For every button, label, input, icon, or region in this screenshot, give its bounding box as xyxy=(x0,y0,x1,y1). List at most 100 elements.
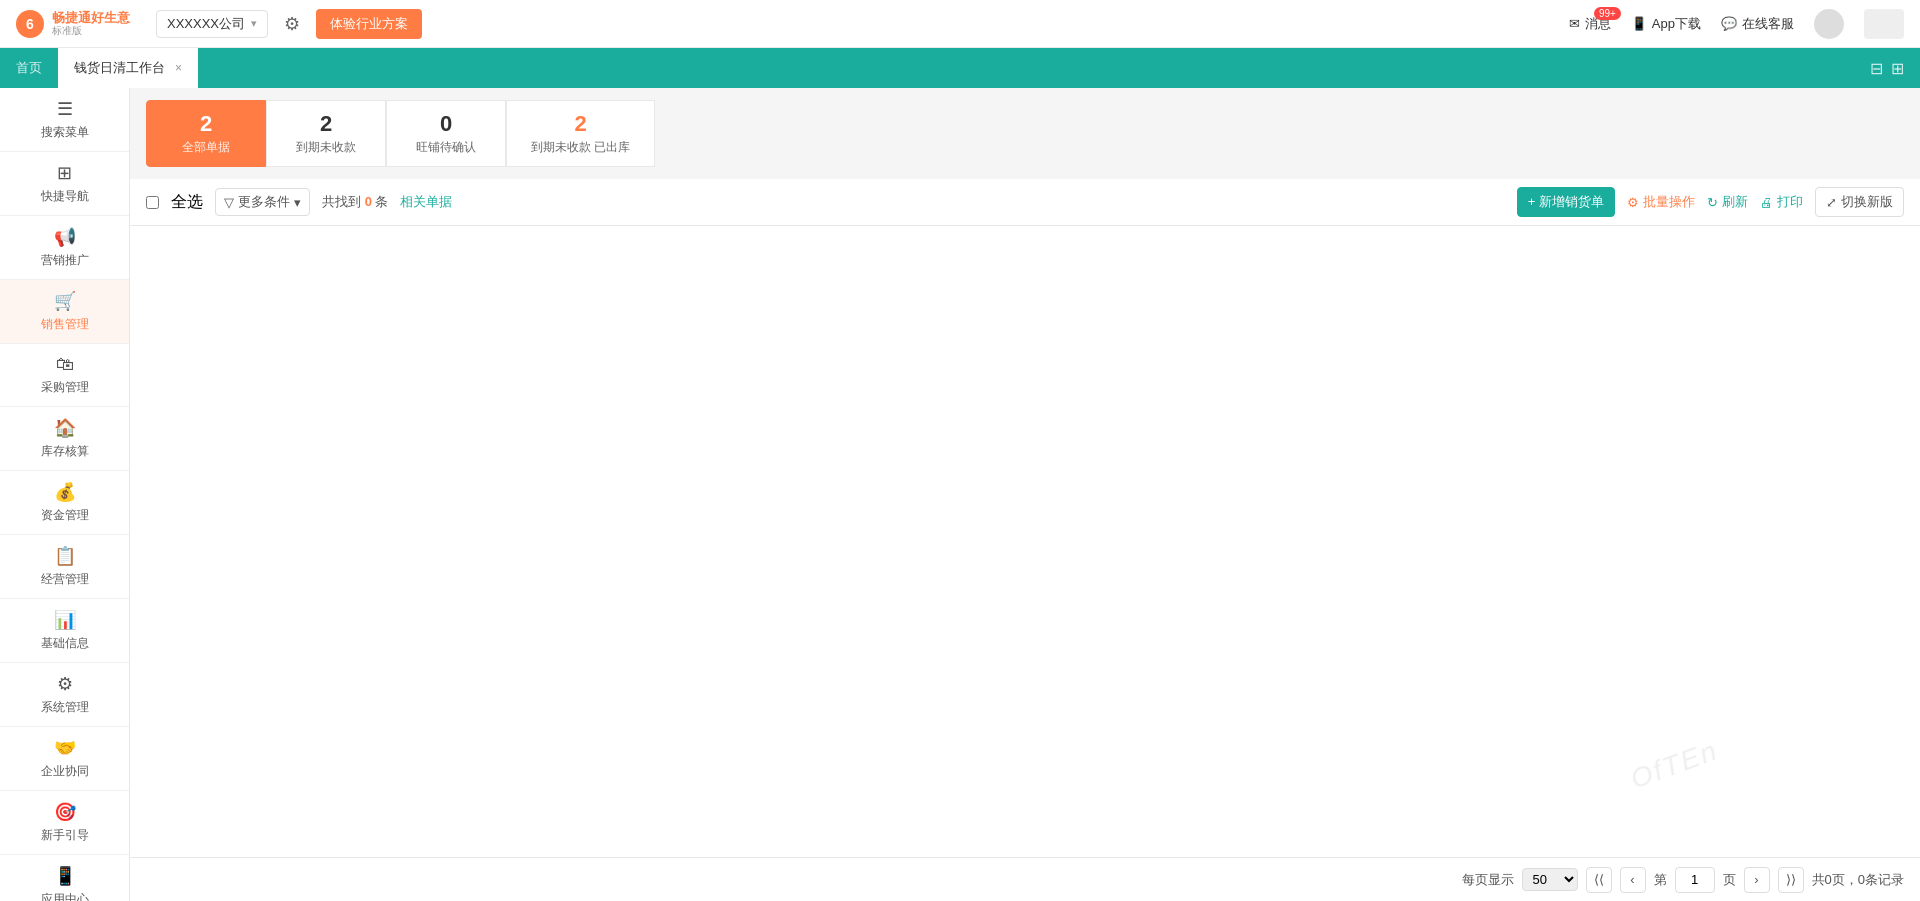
page-input[interactable] xyxy=(1675,867,1715,893)
refresh-button[interactable]: ↻ 刷新 xyxy=(1707,193,1748,211)
cooperation-icon: 🤝 xyxy=(54,737,76,759)
sidebar-item-label: 新手引导 xyxy=(41,827,89,844)
marketing-icon: 📢 xyxy=(54,226,76,248)
sidebar-item-label: 基础信息 xyxy=(41,635,89,652)
appcenter-icon: 📱 xyxy=(54,865,76,887)
prev-page-button[interactable]: ‹ xyxy=(1620,867,1646,893)
sidebar-item-label: 应用中心 xyxy=(41,891,89,901)
batch-icon: ⚙ xyxy=(1627,195,1639,210)
sidebar-item-cooperation[interactable]: 🤝 企业协同 xyxy=(0,727,129,791)
batch-operation-button[interactable]: ⚙ 批量操作 xyxy=(1627,193,1695,211)
per-page-select[interactable]: 50 100 200 xyxy=(1522,868,1578,891)
toolbar-left: 全选 ▽ 更多条件 ▾ 共找到 0 条 相关单据 xyxy=(146,188,1505,216)
company-name: XXXXXX公司 xyxy=(167,15,245,33)
sidebar-item-sales[interactable]: 🛒 销售管理 xyxy=(0,280,129,344)
sidebar-item-system[interactable]: ⚙ 系统管理 xyxy=(0,663,129,727)
tab-workbench[interactable]: 钱货日清工作台 × xyxy=(58,48,198,88)
search-menu-icon: ☰ xyxy=(57,98,73,120)
finance-icon: 💰 xyxy=(54,481,76,503)
first-page-button[interactable]: ⟨⟨ xyxy=(1586,867,1612,893)
select-all-label: 全选 xyxy=(171,192,203,213)
nav-tabs: 首页 钱货日清工作台 × ⊟ ⊞ xyxy=(0,48,1920,88)
trial-button[interactable]: 体验行业方案 xyxy=(316,9,422,39)
status-card-all[interactable]: 2 全部单据 xyxy=(146,100,266,167)
toolbar-right: + 新增销货单 ⚙ 批量操作 ↻ 刷新 🖨 打印 ⤢ 切换新版 xyxy=(1517,187,1904,217)
guide-icon: 🎯 xyxy=(54,801,76,823)
pagination: 每页显示 50 100 200 ⟨⟨ ‹ 第 页 › ⟩⟩ 共0页，0条记录 xyxy=(130,857,1920,901)
app-download-button[interactable]: 📱 App下载 xyxy=(1631,15,1701,33)
sidebar-item-marketing[interactable]: 📢 营销推广 xyxy=(0,216,129,280)
filter-label: 更多条件 xyxy=(238,193,290,211)
sidebar-item-inventory[interactable]: 🏠 库存核算 xyxy=(0,407,129,471)
last-page-button[interactable]: ⟩⟩ xyxy=(1778,867,1804,893)
status-card-all-num: 2 xyxy=(171,111,241,137)
print-button[interactable]: 🖨 打印 xyxy=(1760,193,1803,211)
tab-minimize-button[interactable]: ⊟ xyxy=(1870,59,1883,78)
refresh-icon: ↻ xyxy=(1707,195,1718,210)
page-label: 第 xyxy=(1654,871,1667,889)
related-link[interactable]: 相关单据 xyxy=(400,193,452,211)
sidebar-item-appcenter[interactable]: 📱 应用中心 xyxy=(0,855,129,901)
avatar[interactable] xyxy=(1814,9,1844,39)
sidebar-item-label: 资金管理 xyxy=(41,507,89,524)
select-all-checkbox[interactable] xyxy=(146,196,159,209)
close-icon[interactable]: × xyxy=(175,61,182,75)
chevron-down-icon: ▾ xyxy=(251,17,257,30)
filter-button[interactable]: ▽ 更多条件 ▾ xyxy=(215,188,310,216)
main-layout: ☰ 搜索菜单 ⊞ 快捷导航 📢 营销推广 🛒 销售管理 🛍 采购管理 🏠 库存核… xyxy=(0,88,1920,901)
status-card-all-label: 全部单据 xyxy=(171,139,241,156)
sidebar-item-baseinfo[interactable]: 📊 基础信息 xyxy=(0,599,129,663)
sales-icon: 🛒 xyxy=(54,290,76,312)
table-container xyxy=(130,226,1920,857)
sidebar-item-label: 库存核算 xyxy=(41,443,89,460)
sidebar-item-operation[interactable]: 📋 经营管理 xyxy=(0,535,129,599)
sidebar-item-quick-nav[interactable]: ⊞ 快捷导航 xyxy=(0,152,129,216)
tab-home[interactable]: 首页 xyxy=(0,48,58,88)
user-menu[interactable] xyxy=(1864,9,1904,39)
top-header: 6 畅捷通好生意 标准版 XXXXXX公司 ▾ ⚙ 体验行业方案 ✉ 消息 99… xyxy=(0,0,1920,48)
company-selector[interactable]: XXXXXX公司 ▾ xyxy=(156,10,268,38)
switch-version-button[interactable]: ⤢ 切换新版 xyxy=(1815,187,1904,217)
status-card-pending-label: 旺铺待确认 xyxy=(411,139,481,156)
sidebar-item-search-menu[interactable]: ☰ 搜索菜单 xyxy=(0,88,129,152)
next-page-button[interactable]: › xyxy=(1744,867,1770,893)
toolbar: 全选 ▽ 更多条件 ▾ 共找到 0 条 相关单据 + 新增销货单 ⚙ 批量操作 xyxy=(130,179,1920,226)
phone-icon: 📱 xyxy=(1631,16,1647,31)
online-service-label: 在线客服 xyxy=(1742,15,1794,33)
tab-workbench-label: 钱货日清工作台 xyxy=(74,59,165,77)
add-sales-order-button[interactable]: + 新增销货单 xyxy=(1517,187,1615,217)
sidebar-item-guide[interactable]: 🎯 新手引导 xyxy=(0,791,129,855)
switch-icon: ⤢ xyxy=(1826,195,1837,210)
logo-badge: 标准版 xyxy=(52,24,130,37)
sidebar-item-label: 企业协同 xyxy=(41,763,89,780)
page-summary: 共0页，0条记录 xyxy=(1812,871,1904,889)
header-right: ✉ 消息 99+ 📱 App下载 💬 在线客服 xyxy=(1569,9,1904,39)
inventory-icon: 🏠 xyxy=(54,417,76,439)
status-card-overdue-label: 到期未收款 xyxy=(291,139,361,156)
sidebar-item-label: 搜索菜单 xyxy=(41,124,89,141)
status-card-pending[interactable]: 0 旺铺待确认 xyxy=(386,100,506,167)
per-page-label: 每页显示 xyxy=(1462,871,1514,889)
logo-area: 6 畅捷通好生意 标准版 xyxy=(16,10,146,38)
sidebar-item-finance[interactable]: 💰 资金管理 xyxy=(0,471,129,535)
operation-icon: 📋 xyxy=(54,545,76,567)
quick-nav-icon: ⊞ xyxy=(57,162,72,184)
status-card-shipped-label: 到期未收款 已出库 xyxy=(531,139,630,156)
online-service-button[interactable]: 💬 在线客服 xyxy=(1721,15,1794,33)
baseinfo-icon: 📊 xyxy=(54,609,76,631)
logo-text: 畅捷通好生意 标准版 xyxy=(52,10,130,38)
message-icon: ✉ xyxy=(1569,16,1580,31)
tab-expand-button[interactable]: ⊞ xyxy=(1891,59,1904,78)
sidebar-item-label: 销售管理 xyxy=(41,316,89,333)
system-icon: ⚙ xyxy=(57,673,73,695)
messages-button[interactable]: ✉ 消息 99+ xyxy=(1569,15,1611,33)
sidebar-item-purchase[interactable]: 🛍 采购管理 xyxy=(0,344,129,407)
tab-home-label: 首页 xyxy=(16,59,42,77)
settings-icon[interactable]: ⚙ xyxy=(280,9,304,39)
print-icon: 🖨 xyxy=(1760,195,1773,210)
status-card-shipped[interactable]: 2 到期未收款 已出库 xyxy=(506,100,655,167)
sidebar-item-label: 快捷导航 xyxy=(41,188,89,205)
page-suffix: 页 xyxy=(1723,871,1736,889)
logo-icon: 6 xyxy=(16,10,44,38)
status-card-overdue[interactable]: 2 到期未收款 xyxy=(266,100,386,167)
